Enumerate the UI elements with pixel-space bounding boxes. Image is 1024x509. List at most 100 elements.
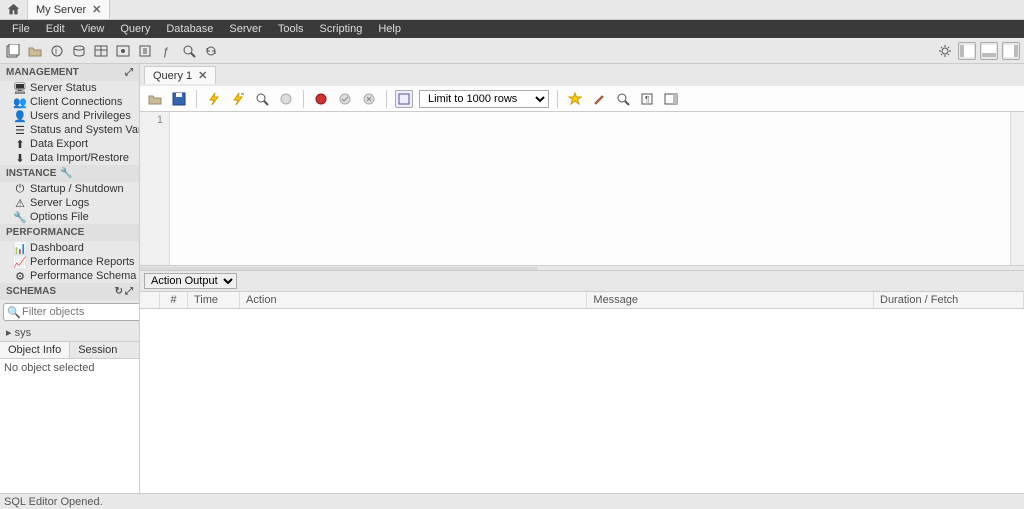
schemas-header-label: SCHEMAS: [6, 286, 56, 297]
stop-button[interactable]: [277, 90, 295, 108]
management-section: MANAGEMENT ⤢ 🖥Server Status 👥Client Conn…: [0, 64, 139, 165]
sql-editor: 1: [140, 112, 1024, 265]
menu-database[interactable]: Database: [158, 23, 221, 35]
menu-scripting[interactable]: Scripting: [312, 23, 371, 35]
output-panel: Action Output # Time Action Message Dura…: [140, 271, 1024, 493]
create-function-button[interactable]: ƒ: [158, 42, 176, 60]
toggle-autocommit-button[interactable]: [312, 90, 330, 108]
sidebar-item-users-privileges[interactable]: 👤Users and Privileges: [0, 109, 139, 123]
editor-gutter: 1: [140, 112, 170, 265]
sidebar-item-status-variables[interactable]: ☰Status and System Variables: [0, 123, 139, 137]
query-tabs: Query 1 ✕: [140, 64, 1024, 86]
limit-rows-select[interactable]: Limit to 1000 rows: [419, 90, 549, 108]
vertical-scrollbar[interactable]: [1010, 112, 1024, 265]
menu-tools[interactable]: Tools: [270, 23, 312, 35]
svg-text:¶: ¶: [645, 95, 649, 104]
menu-help[interactable]: Help: [370, 23, 409, 35]
wrap-button[interactable]: ¶: [638, 90, 656, 108]
management-header: MANAGEMENT ⤢: [0, 64, 139, 81]
sidebar-item-startup-shutdown[interactable]: ⏻Startup / Shutdown: [0, 182, 139, 196]
star-icon: [568, 92, 582, 106]
output-type-select[interactable]: Action Output: [144, 273, 237, 289]
close-icon[interactable]: ✕: [92, 3, 101, 16]
toggle-left-panel-button[interactable]: [958, 42, 976, 60]
toggle-bottom-panel-button[interactable]: [980, 42, 998, 60]
execute-current-button[interactable]: [229, 90, 247, 108]
open-inspector-button[interactable]: i: [48, 42, 66, 60]
menu-query[interactable]: Query: [112, 23, 158, 35]
menu-file[interactable]: File: [4, 23, 38, 35]
snippets-button[interactable]: [662, 90, 680, 108]
sidebar-item-perf-schema[interactable]: ⚙Performance Schema Setup: [0, 269, 139, 283]
menu-view[interactable]: View: [73, 23, 113, 35]
open-file-button[interactable]: [146, 90, 164, 108]
sidebar-item-label: Client Connections: [30, 96, 122, 108]
home-button[interactable]: [0, 0, 28, 19]
report-icon: 📈: [14, 256, 26, 268]
create-table-button[interactable]: [92, 42, 110, 60]
search-table-button[interactable]: [180, 42, 198, 60]
find-panel-button[interactable]: [590, 90, 608, 108]
create-schema-button[interactable]: [70, 42, 88, 60]
toggle-invisible-button[interactable]: [614, 90, 632, 108]
explain-button[interactable]: [253, 90, 271, 108]
connection-tab-label: My Server: [36, 4, 86, 16]
menu-server[interactable]: Server: [221, 23, 269, 35]
menu-bar: File Edit View Query Database Server Too…: [0, 20, 1024, 38]
editor-textarea[interactable]: [170, 112, 1010, 265]
variables-icon: ☰: [14, 124, 26, 136]
schema-tree[interactable]: ▸ sys: [0, 324, 139, 341]
navigator-sidebar: MANAGEMENT ⤢ 🖥Server Status 👥Client Conn…: [0, 64, 140, 493]
commit-button[interactable]: [336, 90, 354, 108]
toggle-right-panel-button[interactable]: [1002, 42, 1020, 60]
query-tab[interactable]: Query 1 ✕: [144, 66, 216, 84]
sidebar-item-options-file[interactable]: 🔧 Options File: [0, 210, 139, 224]
separator: [386, 90, 387, 108]
collapse-icon[interactable]: ⤢: [125, 67, 133, 78]
schema-filter-row: 🔍: [0, 300, 139, 324]
tab-session[interactable]: Session: [70, 342, 125, 358]
menu-edit[interactable]: Edit: [38, 23, 73, 35]
gutter-line-number: 1: [157, 114, 163, 126]
gear-icon: [938, 44, 952, 58]
create-procedure-button[interactable]: [136, 42, 154, 60]
sidebar-item-label: Data Import/Restore: [30, 152, 129, 164]
expand-icon[interactable]: ⤢: [125, 286, 133, 297]
home-icon: [7, 3, 20, 16]
sidebar-item-dashboard[interactable]: 📊Dashboard: [0, 241, 139, 255]
separator: [557, 90, 558, 108]
reconnect-button[interactable]: [202, 42, 220, 60]
create-view-button[interactable]: [114, 42, 132, 60]
sidebar-item-client-connections[interactable]: 👥Client Connections: [0, 95, 139, 109]
sidebar-item-server-status[interactable]: 🖥Server Status: [0, 81, 139, 95]
execute-button[interactable]: [205, 90, 223, 108]
sidebar-item-label: Options File: [30, 211, 89, 223]
save-file-button[interactable]: [170, 90, 188, 108]
query-toolbar: Limit to 1000 rows ¶: [140, 86, 1024, 112]
open-sql-button[interactable]: [26, 42, 44, 60]
sidebar-item-data-import[interactable]: ⬇Data Import/Restore: [0, 151, 139, 165]
management-header-label: MANAGEMENT: [6, 67, 79, 78]
separator: [196, 90, 197, 108]
instance-header: INSTANCE 🔧: [0, 165, 139, 182]
rollback-button[interactable]: [360, 90, 378, 108]
beautify-button[interactable]: [566, 90, 584, 108]
sidebar-item-label: Data Export: [30, 138, 88, 150]
performance-header-label: PERFORMANCE: [6, 227, 84, 238]
output-col-blank: [140, 292, 160, 308]
close-icon[interactable]: ✕: [198, 69, 207, 82]
sidebar-item-perf-reports[interactable]: 📈Performance Reports: [0, 255, 139, 269]
instance-settings-icon[interactable]: 🔧: [60, 168, 72, 179]
connection-tab[interactable]: My Server ✕: [28, 0, 110, 19]
stop-icon: [279, 92, 293, 106]
sidebar-item-server-logs[interactable]: ⚠Server Logs: [0, 196, 139, 210]
settings-button[interactable]: [936, 42, 954, 60]
limit-toggle-button[interactable]: [395, 90, 413, 108]
tab-object-info[interactable]: Object Info: [0, 342, 70, 358]
wrench-icon: 🔧: [14, 211, 26, 223]
new-sql-tab-button[interactable]: [4, 42, 22, 60]
sidebar-item-data-export[interactable]: ⬆Data Export: [0, 137, 139, 151]
refresh-icon[interactable]: ↻: [115, 286, 123, 297]
schema-filter-input[interactable]: [3, 303, 140, 321]
gear-icon: ⚙: [14, 270, 26, 282]
